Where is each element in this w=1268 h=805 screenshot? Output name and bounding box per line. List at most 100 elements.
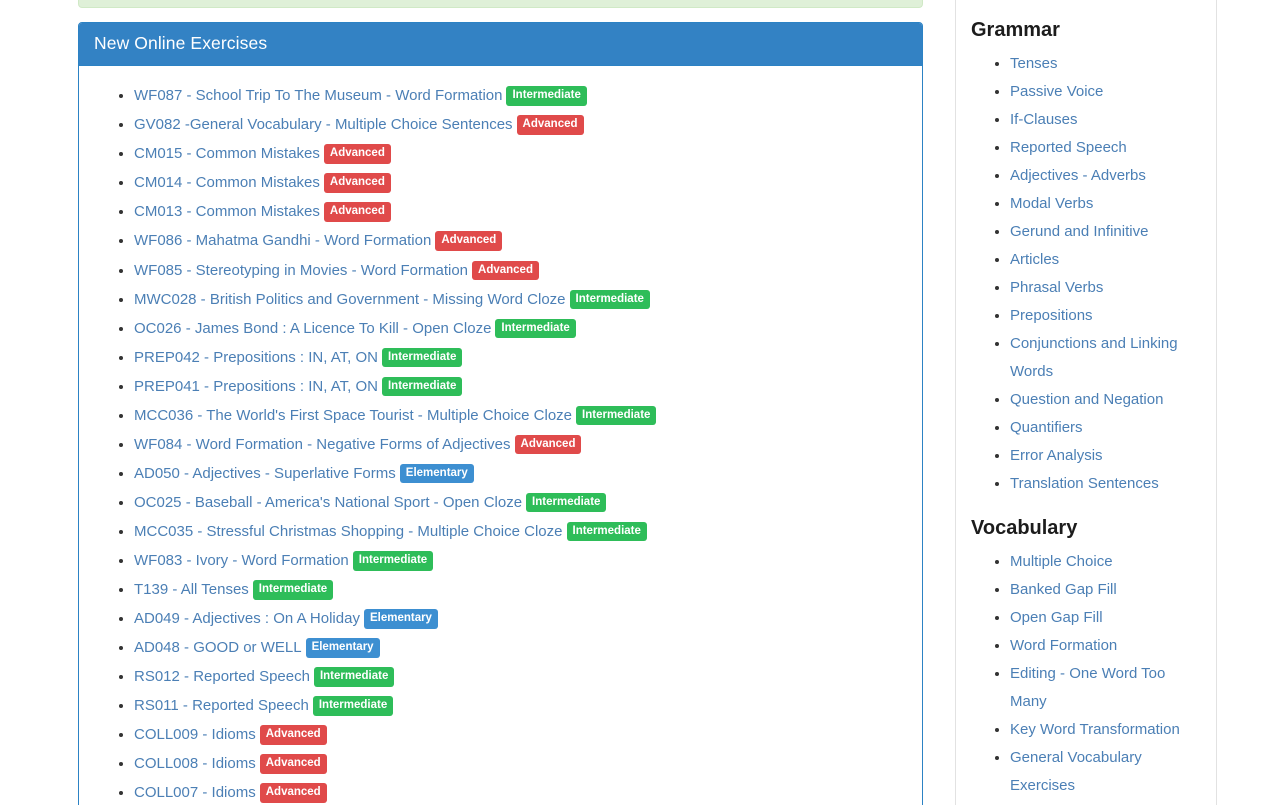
- exercise-link[interactable]: WF085 - Stereotyping in Movies - Word Fo…: [134, 262, 468, 279]
- exercise-list-item: AD050 - Adjectives - Superlative FormsEl…: [134, 459, 907, 488]
- sidebar-list-item: Word Formation: [1010, 632, 1204, 660]
- exercise-link[interactable]: CM014 - Common Mistakes: [134, 174, 320, 191]
- level-badge: Advanced: [260, 783, 327, 803]
- sidebar-section-title: Grammar: [956, 0, 1216, 50]
- sidebar-list-item: Tenses: [1010, 50, 1204, 78]
- exercise-link[interactable]: AD048 - GOOD or WELL: [134, 639, 302, 656]
- panel-heading: New Online Exercises: [79, 23, 922, 66]
- sidebar-list-item: Question and Negation: [1010, 386, 1204, 414]
- sidebar-list-item: Modal Verbs: [1010, 190, 1204, 218]
- new-online-exercises-panel: New Online Exercises WF087 - School Trip…: [78, 22, 923, 805]
- level-badge: Advanced: [515, 435, 582, 455]
- level-badge: Intermediate: [314, 667, 394, 687]
- level-badge: Intermediate: [382, 377, 462, 397]
- sidebar-list-item: Quantifiers: [1010, 414, 1204, 442]
- exercise-link[interactable]: WF087 - School Trip To The Museum - Word…: [134, 87, 502, 104]
- level-badge: Intermediate: [567, 522, 647, 542]
- exercise-list-item: PREP041 - Prepositions : IN, AT, ONInter…: [134, 372, 907, 401]
- exercise-list-item: MWC028 - British Politics and Government…: [134, 285, 907, 314]
- exercise-list-item: COLL007 - IdiomsAdvanced: [134, 778, 907, 805]
- sidebar-list-item: Reported Speech: [1010, 134, 1204, 162]
- exercise-list-item: MCC036 - The World's First Space Tourist…: [134, 401, 907, 430]
- sidebar: Grammar Tenses Passive Voice If-Clauses Repo…: [955, 0, 1217, 805]
- exercise-link[interactable]: RS012 - Reported Speech: [134, 668, 310, 685]
- sidebar-list-item: Adjectives - Adverbs: [1010, 162, 1204, 190]
- exercise-link[interactable]: WF086 - Mahatma Gandhi - Word Formation: [134, 232, 431, 249]
- exercise-link[interactable]: AD050 - Adjectives - Superlative Forms: [134, 465, 396, 482]
- exercise-link[interactable]: COLL007 - Idioms: [134, 784, 256, 801]
- exercise-link[interactable]: COLL009 - Idioms: [134, 726, 256, 743]
- exercise-link[interactable]: CM013 - Common Mistakes: [134, 203, 320, 220]
- level-badge: Intermediate: [495, 319, 575, 339]
- exercise-link[interactable]: WF083 - Ivory - Word Formation: [134, 552, 349, 569]
- level-badge: Elementary: [306, 638, 380, 658]
- exercise-list-item: AD049 - Adjectives : On A HolidayElement…: [134, 604, 907, 633]
- exercise-list-item: WF086 - Mahatma Gandhi - Word FormationA…: [134, 226, 907, 255]
- sidebar-link[interactable]: Phrasal Verbs: [1010, 279, 1103, 296]
- level-badge: Intermediate: [253, 580, 333, 600]
- exercise-link[interactable]: MWC028 - British Politics and Government…: [134, 291, 566, 308]
- exercise-list-item: WF087 - School Trip To The Museum - Word…: [134, 81, 907, 110]
- sidebar-list-item: Key Word Transformation: [1010, 716, 1204, 744]
- sidebar-list-item: Banked Gap Fill: [1010, 576, 1204, 604]
- exercise-link[interactable]: COLL008 - Idioms: [134, 755, 256, 772]
- sidebar-link[interactable]: Multiple Choice: [1010, 553, 1113, 570]
- sidebar-link[interactable]: General Vocabulary Exercises: [1010, 749, 1142, 794]
- exercise-list-item: T139 - All TensesIntermediate: [134, 575, 907, 604]
- sidebar-link[interactable]: Conjunctions and Linking Words: [1010, 335, 1178, 380]
- level-badge: Advanced: [324, 144, 391, 164]
- page-root: New Online Exercises WF087 - School Trip…: [0, 0, 1268, 805]
- sidebar-link[interactable]: Gerund and Infinitive: [1010, 223, 1148, 240]
- exercise-link[interactable]: WF084 - Word Formation - Negative Forms …: [134, 436, 511, 453]
- level-badge: Elementary: [364, 609, 438, 629]
- sidebar-link[interactable]: Error Analysis: [1010, 447, 1103, 464]
- exercise-list-item: OC025 - Baseball - America's National Sp…: [134, 488, 907, 517]
- sidebar-link[interactable]: Quantifiers: [1010, 419, 1083, 436]
- level-badge: Intermediate: [526, 493, 606, 513]
- sidebar-link[interactable]: Articles: [1010, 251, 1059, 268]
- exercise-link[interactable]: PREP041 - Prepositions : IN, AT, ON: [134, 378, 378, 395]
- exercise-list-item: COLL008 - IdiomsAdvanced: [134, 749, 907, 778]
- exercise-list: WF087 - School Trip To The Museum - Word…: [94, 81, 907, 805]
- sidebar-list-item: Open Gap Fill: [1010, 604, 1204, 632]
- exercise-link[interactable]: CM015 - Common Mistakes: [134, 145, 320, 162]
- level-badge: Intermediate: [570, 290, 650, 310]
- sidebar-link[interactable]: If-Clauses: [1010, 111, 1078, 128]
- sidebar-link[interactable]: Key Word Transformation: [1010, 721, 1180, 738]
- exercise-list-item: CM014 - Common MistakesAdvanced: [134, 168, 907, 197]
- sidebar-link[interactable]: Adjectives - Adverbs: [1010, 167, 1146, 184]
- page-title: New Online Exercises: [94, 34, 907, 53]
- exercise-link[interactable]: RS011 - Reported Speech: [134, 697, 309, 714]
- sidebar-section-title: Vocabulary: [956, 498, 1216, 548]
- level-badge: Intermediate: [506, 86, 586, 106]
- exercise-link[interactable]: OC025 - Baseball - America's National Sp…: [134, 494, 522, 511]
- level-badge: Advanced: [472, 261, 539, 281]
- exercise-link[interactable]: OC026 - James Bond : A Licence To Kill -…: [134, 320, 491, 337]
- exercise-link[interactable]: T139 - All Tenses: [134, 581, 249, 598]
- exercise-link[interactable]: AD049 - Adjectives : On A Holiday: [134, 610, 360, 627]
- sidebar-link[interactable]: Editing - One Word Too Many: [1010, 665, 1165, 710]
- exercise-link[interactable]: MCC035 - Stressful Christmas Shopping - …: [134, 523, 563, 540]
- exercise-list-item: CM015 - Common MistakesAdvanced: [134, 139, 907, 168]
- level-badge: Elementary: [400, 464, 474, 484]
- sidebar-link[interactable]: Modal Verbs: [1010, 195, 1093, 212]
- exercise-link[interactable]: PREP042 - Prepositions : IN, AT, ON: [134, 349, 378, 366]
- sidebar-link[interactable]: Open Gap Fill: [1010, 609, 1103, 626]
- level-badge: Intermediate: [353, 551, 433, 571]
- sidebar-list-item: Editing - One Word Too Many: [1010, 660, 1204, 716]
- exercise-link[interactable]: MCC036 - The World's First Space Tourist…: [134, 407, 572, 424]
- sidebar-section-list: Tenses Passive Voice If-Clauses Reported Sp…: [956, 50, 1216, 498]
- sidebar-link[interactable]: Banked Gap Fill: [1010, 581, 1117, 598]
- exercise-link[interactable]: GV082 -General Vocabulary - Multiple Cho…: [134, 116, 513, 133]
- sidebar-link[interactable]: Passive Voice: [1010, 83, 1103, 100]
- sidebar-section-list: Multiple Choice Banked Gap Fill Open Gap F…: [956, 548, 1216, 800]
- sidebar-link[interactable]: Tenses: [1010, 55, 1058, 72]
- sidebar-link[interactable]: Prepositions: [1010, 307, 1093, 324]
- exercise-list-item: RS012 - Reported SpeechIntermediate: [134, 662, 907, 691]
- sidebar-link[interactable]: Translation Sentences: [1010, 475, 1159, 492]
- sidebar-link[interactable]: Reported Speech: [1010, 139, 1127, 156]
- exercise-list-item: WF085 - Stereotyping in Movies - Word Fo…: [134, 256, 907, 285]
- sidebar-link[interactable]: Question and Negation: [1010, 391, 1163, 408]
- exercise-list-item: CM013 - Common MistakesAdvanced: [134, 197, 907, 226]
- sidebar-link[interactable]: Word Formation: [1010, 637, 1117, 654]
